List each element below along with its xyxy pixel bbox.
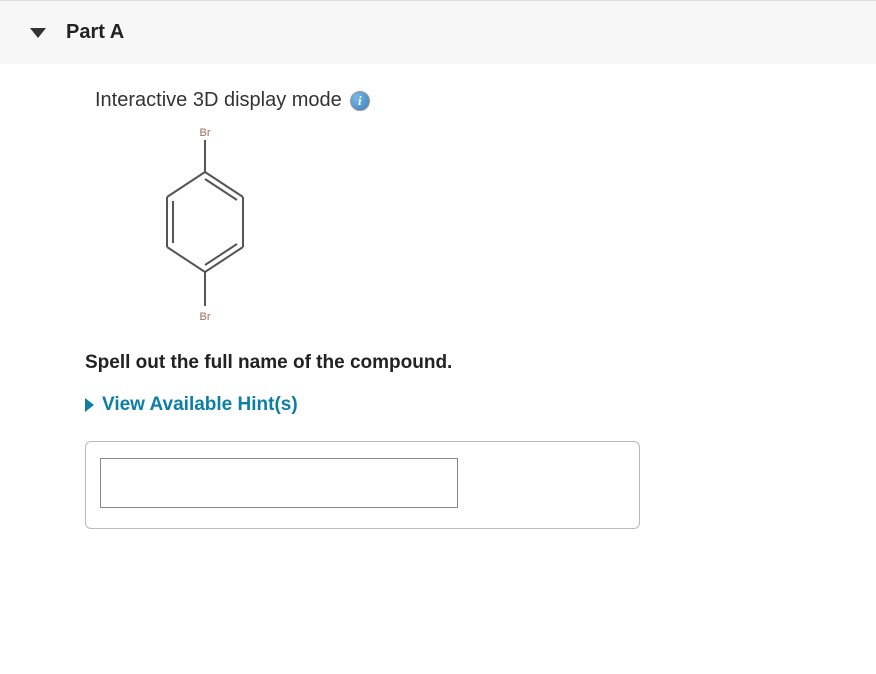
question-prompt: Spell out the full name of the compound. xyxy=(85,352,781,374)
part-title: Part A xyxy=(66,21,124,44)
part-header[interactable]: Part A xyxy=(0,0,876,64)
view-hints-button[interactable]: View Available Hint(s) xyxy=(85,394,781,416)
chevron-down-icon xyxy=(30,28,46,38)
part-content: Interactive 3D display mode i Br Br xyxy=(0,64,876,559)
hints-label: View Available Hint(s) xyxy=(102,394,298,416)
answer-input[interactable] xyxy=(100,458,458,508)
molecule-structure[interactable]: Br Br xyxy=(135,122,275,322)
answer-container xyxy=(85,441,640,529)
chevron-right-icon xyxy=(85,398,94,412)
atom-label-top: Br xyxy=(200,127,211,139)
display-mode-row: Interactive 3D display mode i xyxy=(95,89,781,112)
atom-label-bottom: Br xyxy=(200,311,211,322)
info-icon[interactable]: i xyxy=(350,91,370,111)
display-mode-label: Interactive 3D display mode xyxy=(95,89,342,112)
